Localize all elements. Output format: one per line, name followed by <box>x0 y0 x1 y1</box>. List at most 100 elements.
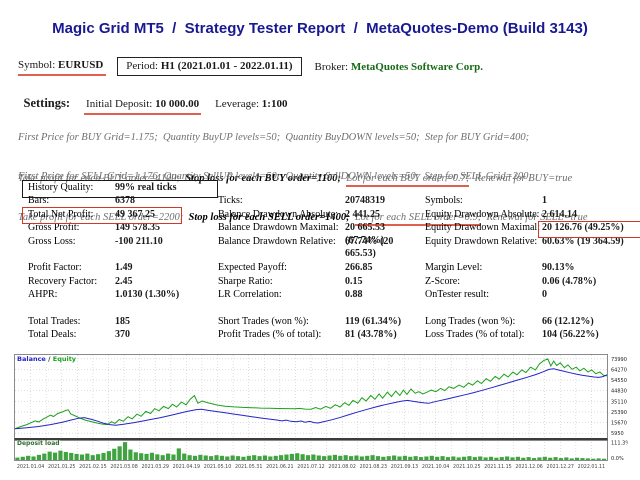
stat-label: Z-Score: <box>425 275 460 287</box>
svg-text:2021.11.15: 2021.11.15 <box>484 464 511 470</box>
legend-balance: Balance <box>17 355 46 363</box>
stat-value: 20748319 <box>345 195 385 207</box>
stat-value: 20 665.53 (67.74%) <box>345 222 385 246</box>
stat-label: Total Trades: <box>28 315 81 327</box>
svg-text:54550: 54550 <box>611 378 627 384</box>
stat-value: 119 (61.34%) <box>345 315 402 327</box>
stat-label <box>218 182 345 195</box>
stat-value: 66 (12.12%) <box>542 315 594 327</box>
legend-separator: / <box>45 355 53 363</box>
broker-value: MetaQuotes Software Corp. <box>350 60 483 73</box>
stat-label: Profit Factor: <box>28 262 82 274</box>
stat-label <box>425 182 542 195</box>
stat-label: Short Trades (won %): <box>218 315 309 327</box>
report-info-row: Symbol: EURUSD Period: H1 (2021.01.01 - … <box>18 57 483 76</box>
stat-label: LR Correlation: <box>218 289 282 301</box>
period-field: Period: H1 (2021.01.01 - 2022.01.11) <box>117 57 302 76</box>
stat-label: Ticks: <box>218 195 243 207</box>
svg-text:73990: 73990 <box>611 357 627 363</box>
stat-value: 1.0130 (1.30%) <box>115 289 180 301</box>
svg-text:2021.03.08: 2021.03.08 <box>110 464 137 470</box>
svg-text:2021.02.15: 2021.02.15 <box>79 464 106 470</box>
stat-value: 185 <box>115 315 130 327</box>
stat-value: 266.85 <box>345 262 373 274</box>
legend-equity: Equity <box>52 355 77 363</box>
symbol-value: EURUSD <box>58 59 104 71</box>
svg-text:2021.05.10: 2021.05.10 <box>204 464 231 470</box>
stat-value: 49 367.25 <box>115 208 155 220</box>
stat-value <box>542 182 624 195</box>
stat-value: 67.74% (20 665.53) <box>345 235 394 260</box>
broker-field: Broker: MetaQuotes Software Corp. <box>315 61 483 73</box>
svg-text:2021.01.25: 2021.01.25 <box>48 464 75 470</box>
stat-label: Equity Drawdown Maximal: <box>425 222 540 234</box>
stat-value: 81 (43.78%) <box>345 329 397 341</box>
stat-label: AHPR: <box>28 289 58 301</box>
stat-label: Margin Level: <box>425 262 483 274</box>
broker-label: Broker: <box>314 60 351 73</box>
deposit-load-label: Deposit load <box>17 440 60 447</box>
stat-value: 0.06 (4.78%) <box>542 275 597 287</box>
stat-label: Sharpe Ratio: <box>218 275 273 287</box>
svg-text:64270: 64270 <box>611 367 627 373</box>
svg-text:35110: 35110 <box>611 399 627 405</box>
svg-text:2021.12.27: 2021.12.27 <box>547 464 574 470</box>
chart-legend: Balance / Equity <box>17 355 77 363</box>
svg-text:2021.09.13: 2021.09.13 <box>391 464 418 470</box>
stat-value: 2 441.25 <box>345 208 380 220</box>
svg-text:2022.01.11: 2022.01.11 <box>578 464 605 470</box>
stat-label: Expected Payoff: <box>218 262 287 274</box>
table-gap <box>28 303 624 316</box>
stat-value: 90.13% <box>542 262 575 274</box>
stat-label: Balance Drawdown Relative: <box>218 235 336 247</box>
stat-label: Total Net Profit: <box>28 208 94 220</box>
stat-label: Balance Drawdown Maximal: <box>218 222 339 234</box>
svg-text:2021.08.02: 2021.08.02 <box>328 464 355 470</box>
stat-value: 149 578.35 <box>115 222 160 234</box>
stat-value: 0.15 <box>345 275 363 287</box>
stat-value: 99% real ticks <box>115 182 177 193</box>
svg-text:2021.01.04: 2021.01.04 <box>17 464 44 470</box>
period-label: Period: <box>126 60 161 72</box>
stat-label: Equity Drawdown Absolute: <box>425 208 540 220</box>
stats-table: History Quality: 99% real ticks Bars: 6378 T… <box>28 182 624 343</box>
stat-label: Long Trades (won %): <box>425 315 516 327</box>
stat-value: 370 <box>115 329 130 341</box>
svg-text:2021.03.29: 2021.03.29 <box>141 464 168 470</box>
stat-value: 0.88 <box>345 289 363 301</box>
table-gap <box>28 249 624 262</box>
stat-label: Profit Trades (% of total): <box>218 329 322 341</box>
svg-text:15670: 15670 <box>611 421 627 427</box>
svg-text:2021.10.25: 2021.10.25 <box>453 464 480 470</box>
balance-equity-chart: Balance / Equity Deposit load 73990 64270… <box>14 354 628 476</box>
stat-value: 0 <box>542 289 547 301</box>
svg-text:2021.12.06: 2021.12.06 <box>515 464 542 470</box>
stat-label: Symbols: <box>425 195 463 207</box>
svg-text:2021.08.23: 2021.08.23 <box>360 464 387 470</box>
stat-value: 2 614.14 <box>542 208 577 220</box>
svg-text:25390: 25390 <box>611 410 627 416</box>
stat-value: 1.49 <box>115 262 133 274</box>
symbol-field: Symbol: EURUSD <box>18 57 107 76</box>
stat-label: Bars: <box>28 195 50 207</box>
svg-text:2021.10.04: 2021.10.04 <box>422 464 449 470</box>
stat-value: 6378 <box>115 195 135 207</box>
stat-label: Total Deals: <box>28 329 77 341</box>
svg-text:2021.06.21: 2021.06.21 <box>266 464 293 470</box>
stat-value: 20 126.76 (49.25%) <box>542 222 624 234</box>
stat-label: Recovery Factor: <box>28 275 98 287</box>
svg-text:2021.05.31: 2021.05.31 <box>235 464 262 470</box>
chart-svg: 73990 64270 54550 44830 35110 25390 15670 5950 1… <box>14 354 628 470</box>
svg-text:44830: 44830 <box>611 389 627 395</box>
stat-label: Gross Loss: <box>28 235 76 247</box>
svg-text:2021.04.19: 2021.04.19 <box>173 464 200 470</box>
stat-value: -100 211.10 <box>115 235 163 247</box>
stat-value <box>345 182 425 195</box>
x-axis-labels: 2021.01.04 2021.01.25 2021.02.15 2021.03.08… <box>17 464 605 470</box>
stat-label: History Quality: <box>28 182 94 193</box>
svg-text:5950: 5950 <box>611 431 624 437</box>
symbol-label: Symbol: <box>18 59 59 71</box>
stat-value: 1 <box>542 195 547 207</box>
y-axis-labels: 73990 64270 54550 44830 35110 25390 15670 5950 1… <box>611 357 628 462</box>
page-title: Magic Grid MT5 / Strategy Tester Report … <box>52 20 588 37</box>
